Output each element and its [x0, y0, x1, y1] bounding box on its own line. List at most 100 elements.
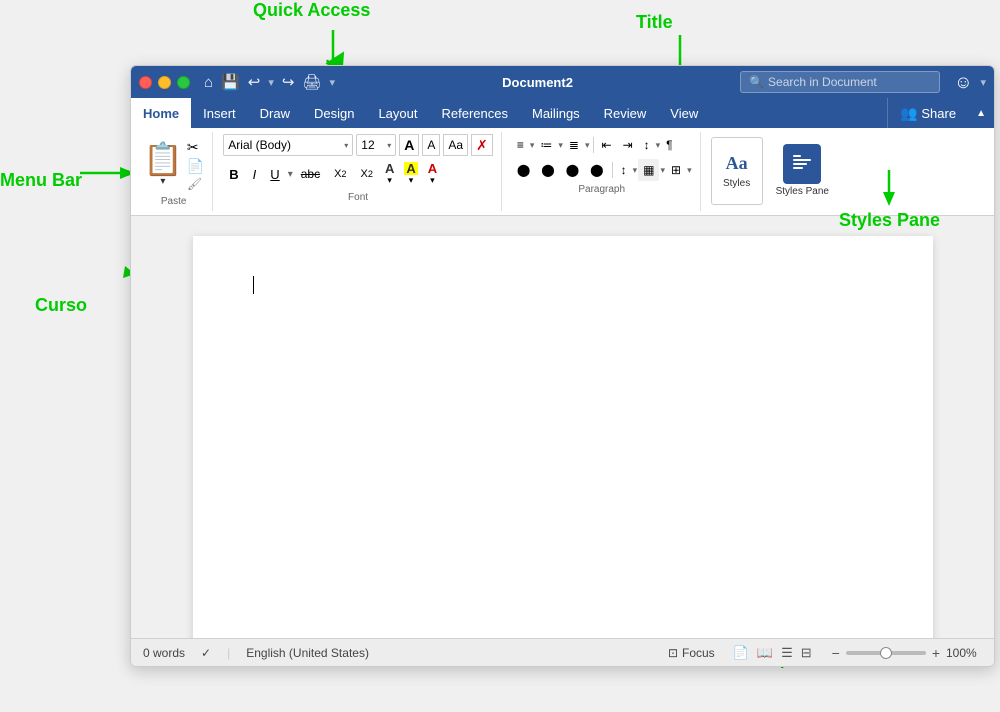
language[interactable]: English (United States): [246, 646, 369, 660]
list-view-icon[interactable]: ☰: [779, 643, 795, 663]
strikethrough-button[interactable]: abc: [295, 163, 326, 185]
underline-arrow[interactable]: ▾: [288, 169, 293, 180]
clipboard-small-buttons: ✂ 📄 🖌: [187, 139, 204, 191]
menu-mailings[interactable]: Mailings: [520, 98, 592, 128]
sort-arrow[interactable]: ▾: [656, 140, 661, 151]
italic-button[interactable]: I: [247, 163, 263, 185]
sort-button[interactable]: ↕: [639, 134, 655, 156]
document-page[interactable]: [193, 236, 933, 646]
bold-button[interactable]: B: [223, 163, 244, 185]
menu-draw[interactable]: Draw: [248, 98, 302, 128]
text-color-button[interactable]: A ▾: [424, 159, 441, 189]
print-icon[interactable]: 🖨: [302, 73, 321, 91]
font-color-dropdown[interactable]: ▾: [387, 175, 392, 186]
increase-font-size-button[interactable]: A: [399, 134, 419, 156]
text-color-dropdown[interactable]: ▾: [430, 175, 435, 186]
font-size-dropdown[interactable]: 12 ▾: [356, 134, 396, 156]
cut-icon[interactable]: ✂: [187, 139, 204, 156]
paragraph-group: ≡ ▾ ≔ ▾ ≣ ▾ ⇤ ⇥ ↕ ▾ ¶ ⬤ ⬤ ⬤ ⬤ ↕ ▾: [506, 132, 701, 211]
underline-button[interactable]: U: [264, 163, 285, 185]
show-formatting-button[interactable]: ¶: [661, 134, 677, 156]
close-button[interactable]: [139, 76, 152, 89]
clipboard-buttons: 📋 ▾ ✂ 📄 🖌: [143, 134, 204, 196]
multilevel-arrow[interactable]: ▾: [585, 140, 590, 151]
highlight-dropdown[interactable]: ▾: [409, 175, 414, 186]
menu-view[interactable]: View: [658, 98, 710, 128]
print-layout-icon[interactable]: 📄: [731, 643, 751, 663]
styles-pane-button[interactable]: Styles Pane: [769, 137, 836, 205]
menu-bar-annotation: Menu Bar: [0, 170, 82, 191]
account-icon[interactable]: ☺: [954, 72, 972, 93]
menu-design[interactable]: Design: [302, 98, 366, 128]
immersive-reader-icon[interactable]: 📖: [755, 643, 775, 663]
ribbon-collapse[interactable]: ▲: [968, 98, 994, 128]
app-window: ⌂ 💾 ↩ ▾ ↪ 🖨 ▾ Document2 🔍 Search in Docu…: [130, 65, 995, 667]
styles-pane-label: Styles Pane: [839, 210, 940, 231]
align-left-button[interactable]: ⬤: [512, 159, 535, 181]
subscript-button[interactable]: X2: [328, 163, 352, 185]
bullets-arrow[interactable]: ▾: [530, 140, 535, 151]
menu-home[interactable]: Home: [131, 98, 191, 128]
zoom-in-button[interactable]: +: [930, 645, 942, 661]
language-label: English (United States): [246, 646, 369, 660]
font-size-arrow: ▾: [387, 141, 391, 150]
grid-view-icon[interactable]: ⊟: [799, 643, 814, 663]
border-button[interactable]: ⊞: [666, 159, 686, 181]
change-case-button[interactable]: Aa: [443, 134, 468, 156]
quick-access-annotation: Quick Access: [253, 0, 370, 21]
font-color-button[interactable]: A ▾: [381, 159, 398, 189]
line-spacing-button[interactable]: ↕: [616, 159, 632, 181]
share-button[interactable]: 👥 Share: [887, 98, 968, 128]
redo-icon[interactable]: ↪: [282, 73, 295, 91]
increase-indent-button[interactable]: ⇥: [618, 134, 638, 156]
font-name-dropdown[interactable]: Arial (Body) ▾: [223, 134, 353, 156]
maximize-button[interactable]: [177, 76, 190, 89]
menu-insert[interactable]: Insert: [191, 98, 248, 128]
search-box[interactable]: 🔍 Search in Document: [740, 71, 940, 93]
text-color-letter: A: [428, 162, 437, 175]
shading-button[interactable]: ▦: [638, 159, 659, 181]
paste-button[interactable]: 📋 ▾: [143, 143, 183, 187]
menu-references[interactable]: References: [430, 98, 520, 128]
more-icon[interactable]: ▾: [329, 76, 335, 89]
menu-review[interactable]: Review: [592, 98, 659, 128]
document-title: Document2: [341, 75, 734, 90]
zoom-level: 100%: [946, 646, 982, 660]
multilevel-button[interactable]: ≣: [564, 134, 584, 156]
styles-pane-svg: [791, 153, 813, 175]
shading-arrow[interactable]: ▾: [660, 165, 665, 176]
zoom-slider[interactable]: [846, 651, 926, 655]
format-painter-icon[interactable]: 🖌: [187, 177, 204, 191]
line-spacing-arrow[interactable]: ▾: [633, 165, 638, 176]
menu-layout[interactable]: Layout: [366, 98, 429, 128]
paste-dropdown[interactable]: ▾: [160, 176, 165, 187]
bullets-button[interactable]: ≡: [512, 134, 529, 156]
styles-pane-icon: [783, 144, 821, 184]
copy-icon[interactable]: 📄: [187, 158, 204, 175]
font-selectors-row: Arial (Body) ▾ 12 ▾ A A Aa ✗: [223, 134, 493, 156]
proofing-icon[interactable]: ✓: [201, 646, 211, 660]
decrease-indent-button[interactable]: ⇤: [597, 134, 617, 156]
paragraph-group-label: Paragraph: [512, 184, 692, 195]
word-count[interactable]: 0 words: [143, 646, 185, 660]
styles-button[interactable]: Aa Styles: [711, 137, 763, 205]
undo-icon[interactable]: ↩: [248, 73, 261, 91]
account-dropdown[interactable]: ▾: [980, 76, 986, 89]
justify-button[interactable]: ⬤: [585, 159, 608, 181]
zoom-thumb[interactable]: [880, 647, 892, 659]
undo-dropdown[interactable]: ▾: [268, 76, 274, 89]
decrease-font-size-button[interactable]: A: [422, 134, 440, 156]
superscript-button[interactable]: X2: [355, 163, 379, 185]
numbering-arrow[interactable]: ▾: [558, 140, 563, 151]
save-icon[interactable]: 💾: [221, 73, 240, 91]
zoom-out-button[interactable]: −: [830, 645, 842, 661]
focus-mode[interactable]: ⊡ Focus: [668, 646, 715, 660]
numbering-button[interactable]: ≔: [535, 134, 557, 156]
minimize-button[interactable]: [158, 76, 171, 89]
align-center-button[interactable]: ⬤: [536, 159, 559, 181]
clear-formatting-button[interactable]: ✗: [471, 134, 493, 156]
align-right-button[interactable]: ⬤: [561, 159, 584, 181]
border-arrow[interactable]: ▾: [687, 165, 692, 176]
home-icon[interactable]: ⌂: [204, 74, 213, 91]
highlight-color-button[interactable]: A ▾: [400, 159, 421, 189]
